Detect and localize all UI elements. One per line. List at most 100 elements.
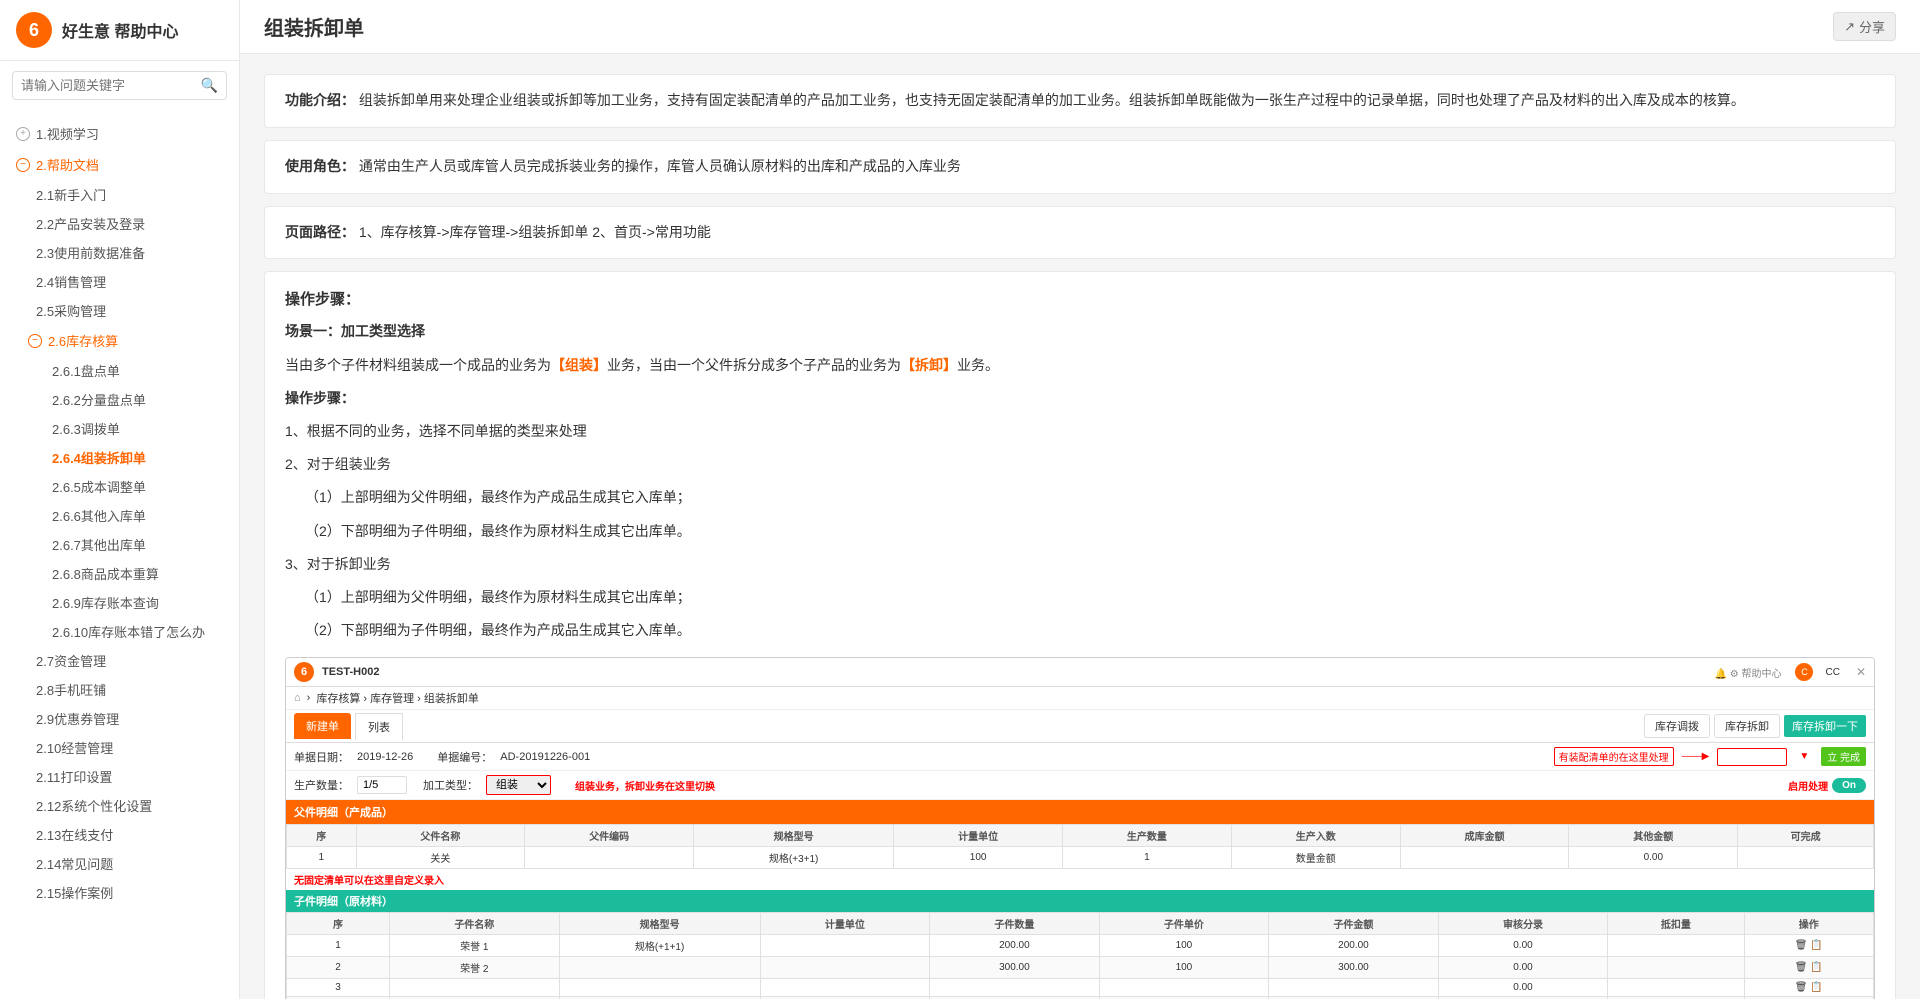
search-icon[interactable]: 🔍: [201, 77, 218, 94]
mock-breadcrumb-text: 库存核算 › 库存管理 › 组装拆卸单: [316, 690, 479, 706]
role-text: 通常由生产人员或库管人员完成拆装业务的操作，库管人员确认原材料的出库和产成品的入…: [359, 158, 961, 174]
scene1-title: 场景一：加工类型选择: [285, 323, 425, 339]
sidebar-item-video[interactable]: + 1.视频学习: [0, 118, 239, 149]
table-row: 1 关关 规格(+3+1) 100 1 数量金额 0.00: [287, 847, 1874, 869]
annotation-label-5: 无固定清单可以在这里自定义录入: [286, 869, 1874, 890]
screenshot-mockup: 6 TEST-H002 🔔 ⚙ 帮助中心 C CC ✕ ⌂ › 库存核算 › 库…: [285, 657, 1875, 999]
sidebar-item-other-out[interactable]: 2.6.7其他出库单: [0, 530, 239, 559]
mock-logo: 6: [294, 662, 314, 682]
mock-breadcrumb: ⌂ › 库存核算 › 库存管理 › 组装拆卸单: [286, 687, 1874, 710]
mock-th-other-amt: 其他金额: [1569, 825, 1738, 847]
sidebar-item-faq[interactable]: 2.14常见问题: [0, 849, 239, 878]
sidebar-item-adjust[interactable]: 2.6.3调拨单: [0, 414, 239, 443]
sidebar-item-cases[interactable]: 2.15操作案例: [0, 878, 239, 907]
sidebar-item-ops[interactable]: 2.10经营管理: [0, 733, 239, 762]
sidebar-item-account-error[interactable]: 2.6.10库存账本错了怎么办: [0, 617, 239, 646]
mock-title: TEST-H002: [322, 666, 379, 678]
sidebar-item-coupon[interactable]: 2.9优惠券管理: [0, 704, 239, 733]
sidebar-item-cost-adjust[interactable]: 2.6.5成本调整单: [0, 472, 239, 501]
share-button[interactable]: ↗ 分享: [1833, 12, 1896, 41]
mock-username: CC: [1825, 667, 1839, 678]
page-title: 组装拆卸单: [264, 12, 364, 41]
table-row: 1 荣誉 1 规格(+1+1) 200.00 100 200.00 0.00 🗑…: [287, 935, 1874, 957]
sidebar-item-data-prep[interactable]: 2.3使用前数据准备: [0, 238, 239, 267]
mock-order-value: AD-20191226-001: [500, 751, 590, 763]
sidebar-item-stocktake[interactable]: 2.6.1盘点单: [0, 356, 239, 385]
mock-th-parent-code: 父件编码: [525, 825, 694, 847]
mock-th-parent-name: 父件名称: [356, 825, 525, 847]
feature-intro-text: 组装拆卸单用来处理企业组装或拆卸等加工业务，支持有固定装配清单的产品加工业务，也…: [359, 92, 1745, 108]
mock-product-input[interactable]: [1717, 748, 1787, 766]
mock-th-qty: 生产数量: [1063, 825, 1232, 847]
mock-type-select[interactable]: 组装 拆卸: [486, 775, 551, 795]
mock-th-seq: 序: [287, 825, 357, 847]
on-toggle[interactable]: On: [1832, 778, 1866, 793]
mock-parent-table: 序 父件名称 父件编码 规格型号 计量单位 生产数量 生产入数 成库金额 其他金…: [286, 824, 1874, 869]
share-label: 分享: [1859, 17, 1885, 36]
sidebar-item-mobile[interactable]: 2.8手机旺铺: [0, 675, 239, 704]
mock-sub-th-price: 子件单价: [1099, 913, 1269, 935]
sidebar-item-split-stocktake[interactable]: 2.6.2分量盘点单: [0, 385, 239, 414]
mock-th-input-qty: 生产入数: [1231, 825, 1400, 847]
mock-qty-input[interactable]: [357, 776, 407, 794]
sidebar-item-purchase[interactable]: 2.5采购管理: [0, 296, 239, 325]
step1: 1、根据不同的业务，选择不同单据的类型来处理: [285, 419, 1875, 444]
sidebar-item-label-inventory: 2.6库存核算: [48, 331, 118, 350]
mock-btn-orange[interactable]: 库存拆卸一下: [1784, 715, 1866, 737]
sidebar-item-other-in[interactable]: 2.6.6其他入库单: [0, 501, 239, 530]
expand-icon-video: +: [16, 127, 30, 141]
main-panel: 组装拆卸单 ↗ 分享 功能介绍： 组装拆卸单用来处理企业组装或拆卸等加工业务，支…: [240, 0, 1920, 999]
mock-nav-icons: 🔔 ⚙ 帮助中心: [1715, 665, 1782, 680]
mock-close-icon[interactable]: ✕: [1856, 665, 1866, 679]
mock-th-unit: 计量单位: [894, 825, 1063, 847]
mock-sub-th-ops: 操作: [1744, 913, 1873, 935]
mock-sub-th-seq: 序: [287, 913, 390, 935]
mock-sub-th-deduct: 抵扣量: [1608, 913, 1744, 935]
search-box[interactable]: 🔍: [12, 71, 227, 100]
mock-avatar: C: [1795, 663, 1813, 681]
search-input[interactable]: [21, 78, 201, 93]
sidebar-item-cost-calc[interactable]: 2.6.8商品成本重算: [0, 559, 239, 588]
mock-section-header-parent: 父件明细（产成品）: [286, 800, 1874, 824]
ops-label: 操作步骤：: [285, 288, 1875, 309]
mock-th-stock-amt: 成库金额: [1400, 825, 1569, 847]
mock-tab-list[interactable]: 列表: [355, 713, 403, 740]
sidebar-item-custom[interactable]: 2.12系统个性化设置: [0, 791, 239, 820]
mock-confirm-btn[interactable]: 立 完成: [1821, 747, 1866, 766]
path-text: 1、库存核算->库存管理->组装拆卸单 2、首页->常用功能: [359, 224, 711, 240]
sidebar-item-stock-query[interactable]: 2.6.9库存账本查询: [0, 588, 239, 617]
mock-qty-label: 生产数量：: [294, 777, 349, 793]
expand-icon-docs: −: [16, 158, 30, 172]
mock-form-row1: 单据日期： 2019-12-26 单据编号： AD-20191226-001 有…: [286, 743, 1874, 771]
mock-sub-th-spec: 规格型号: [559, 913, 760, 935]
table-row: 3 0.00🗑 📋: [287, 979, 1874, 997]
mock-home-icon: ⌂: [294, 692, 301, 704]
screenshot-inner: 6 TEST-H002 🔔 ⚙ 帮助中心 C CC ✕ ⌂ › 库存核算 › 库…: [286, 658, 1874, 999]
mock-btn-disassemble[interactable]: 库存拆卸: [1714, 714, 1780, 738]
sidebar-item-assembly[interactable]: 2.6.4组装拆卸单: [0, 443, 239, 472]
mock-th-complete: 可完成: [1738, 825, 1874, 847]
sidebar-item-docs[interactable]: − 2.帮助文档: [0, 149, 239, 180]
sidebar-item-install[interactable]: 2.2产品安装及登录: [0, 209, 239, 238]
annotation-arrow-1: ——▶: [1682, 751, 1710, 762]
mock-breadcrumb-sep: ›: [307, 692, 311, 704]
mock-tab-new[interactable]: 新建单: [294, 713, 351, 739]
ops-steps-label: 操作步骤：: [285, 386, 1875, 411]
mock-order-label: 单据编号：: [437, 749, 492, 765]
sidebar-item-inventory[interactable]: − 2.6库存核算: [0, 325, 239, 356]
sidebar-item-print[interactable]: 2.11打印设置: [0, 762, 239, 791]
sidebar-item-newcomer[interactable]: 2.1新手入门: [0, 180, 239, 209]
mock-sub-th-qty: 子件数量: [930, 913, 1100, 935]
sidebar: 6 好生意 帮助中心 🔍 + 1.视频学习 − 2.帮助文档 2.1新手入门 2…: [0, 0, 240, 999]
mock-type-label: 加工类型：: [423, 777, 478, 793]
feature-intro-section: 功能介绍： 组装拆卸单用来处理企业组装或拆卸等加工业务，支持有固定装配清单的产品…: [264, 74, 1896, 128]
path-label: 页面路径：: [285, 224, 355, 240]
mock-date-label: 单据日期：: [294, 749, 349, 765]
sidebar-item-finance[interactable]: 2.7资金管理: [0, 646, 239, 675]
sidebar-item-online-pay[interactable]: 2.13在线支付: [0, 820, 239, 849]
step2-1: （1）上部明细为父件明细，最终作为产成品生成其它入库单；: [285, 485, 1875, 510]
mock-sub-th-amt: 子件金额: [1269, 913, 1439, 935]
mock-btn-adjust[interactable]: 库存调拨: [1644, 714, 1710, 738]
sidebar-item-sales[interactable]: 2.4销售管理: [0, 267, 239, 296]
logo-icon: 6: [16, 12, 52, 48]
